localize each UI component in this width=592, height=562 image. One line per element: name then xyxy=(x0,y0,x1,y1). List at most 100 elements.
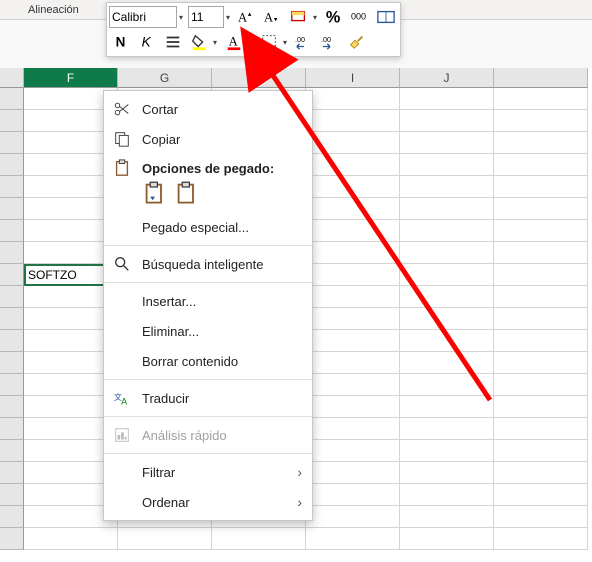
row-header[interactable] xyxy=(0,88,24,110)
borders-icon[interactable] xyxy=(257,30,281,54)
row-header[interactable] xyxy=(0,374,24,396)
row-header[interactable] xyxy=(0,440,24,462)
row-header[interactable] xyxy=(0,132,24,154)
column-header[interactable]: J xyxy=(400,68,494,88)
svg-text:N: N xyxy=(116,35,126,50)
row-header[interactable] xyxy=(0,308,24,330)
svg-text:A: A xyxy=(121,396,127,406)
menu-paste-options-header: Opciones de pegado: xyxy=(104,154,312,178)
menu-label: Cortar xyxy=(142,102,302,117)
column-header[interactable]: I xyxy=(306,68,400,88)
chevron-down-icon[interactable]: ▾ xyxy=(176,13,186,22)
comma-style-icon[interactable]: 000 xyxy=(348,5,372,29)
column-header[interactable] xyxy=(494,68,588,88)
menu-cut[interactable]: Cortar xyxy=(104,94,312,124)
font-color-icon[interactable]: A xyxy=(222,30,246,54)
paste-keep-source-icon[interactable] xyxy=(142,180,168,206)
bold-icon[interactable]: N xyxy=(109,30,133,54)
decrease-decimal-icon[interactable]: .00 xyxy=(318,30,342,54)
blank-icon xyxy=(112,351,132,371)
svg-text:A: A xyxy=(229,35,238,49)
column-header[interactable]: F xyxy=(24,68,118,88)
blank-icon xyxy=(112,321,132,341)
blank-icon xyxy=(112,462,132,482)
row-header[interactable] xyxy=(0,418,24,440)
menu-sort[interactable]: Ordenar › xyxy=(104,487,312,517)
row-header[interactable] xyxy=(0,264,24,286)
align-icon[interactable] xyxy=(161,30,185,54)
menu-label: Pegado especial... xyxy=(142,220,302,235)
mini-toolbar: ▾ ▾ A▴ A▾ ▾ % 000 N K ▾ A ▾ ▾ .00 .00 xyxy=(106,2,401,57)
svg-text:▾: ▾ xyxy=(274,15,278,24)
menu-separator xyxy=(104,245,312,246)
font-name-select[interactable] xyxy=(109,6,177,28)
chevron-right-icon: › xyxy=(297,464,302,480)
menu-copy[interactable]: Copiar xyxy=(104,124,312,154)
chevron-down-icon[interactable]: ▾ xyxy=(310,13,320,22)
merge-icon[interactable] xyxy=(374,5,398,29)
row-header[interactable] xyxy=(0,176,24,198)
chevron-down-icon[interactable]: ▾ xyxy=(210,38,220,47)
font-size-select[interactable] xyxy=(188,6,224,28)
row-header[interactable] xyxy=(0,198,24,220)
row-header[interactable] xyxy=(0,242,24,264)
row-header[interactable] xyxy=(0,110,24,132)
menu-insert[interactable]: Insertar... xyxy=(104,286,312,316)
menu-label: Filtrar xyxy=(142,465,287,480)
column-header[interactable]: G xyxy=(118,68,212,88)
paste-values-icon[interactable] xyxy=(174,180,200,206)
fill-color-icon[interactable] xyxy=(187,30,211,54)
menu-smart-lookup[interactable]: Búsqueda inteligente xyxy=(104,249,312,279)
menu-separator xyxy=(104,379,312,380)
italic-icon[interactable]: K xyxy=(135,30,159,54)
row-header[interactable] xyxy=(0,528,24,550)
menu-clear-contents[interactable]: Borrar contenido xyxy=(104,346,312,376)
menu-paste-special[interactable]: Pegado especial... xyxy=(104,212,312,242)
svg-text:A: A xyxy=(238,11,247,25)
select-all-corner[interactable] xyxy=(0,68,24,88)
row-header[interactable] xyxy=(0,286,24,308)
row-header[interactable] xyxy=(0,352,24,374)
row-header[interactable] xyxy=(0,484,24,506)
search-icon xyxy=(112,254,132,274)
percent-icon[interactable]: % xyxy=(322,5,346,29)
accounting-format-icon[interactable] xyxy=(287,5,311,29)
row-header[interactable] xyxy=(0,154,24,176)
menu-delete[interactable]: Eliminar... xyxy=(104,316,312,346)
blank-icon xyxy=(112,492,132,512)
copy-icon xyxy=(112,129,132,149)
row-header[interactable] xyxy=(0,220,24,242)
menu-quick-analysis: Análisis rápido xyxy=(104,420,312,450)
increase-font-icon[interactable]: A▴ xyxy=(235,5,259,29)
menu-separator xyxy=(104,282,312,283)
increase-decimal-icon[interactable]: .00 xyxy=(292,30,316,54)
svg-text:.00: .00 xyxy=(321,35,331,44)
menu-separator xyxy=(104,453,312,454)
menu-filter[interactable]: Filtrar › xyxy=(104,457,312,487)
row-header[interactable] xyxy=(0,330,24,352)
menu-label: Opciones de pegado: xyxy=(142,161,302,176)
svg-text:%: % xyxy=(326,8,340,26)
blank-icon xyxy=(112,217,132,237)
menu-label: Traducir xyxy=(142,391,302,406)
scissors-icon xyxy=(112,99,132,119)
format-painter-icon[interactable] xyxy=(344,30,368,54)
menu-translate[interactable]: 文A Traducir xyxy=(104,383,312,413)
chevron-down-icon[interactable]: ▾ xyxy=(280,38,290,47)
menu-label: Búsqueda inteligente xyxy=(142,257,302,272)
paste-options-row xyxy=(104,178,312,212)
chevron-down-icon[interactable]: ▾ xyxy=(223,13,233,22)
menu-label: Borrar contenido xyxy=(142,354,302,369)
column-header[interactable]: H xyxy=(212,68,306,88)
context-menu: Cortar Copiar Opciones de pegado: Pegado… xyxy=(103,90,313,521)
chevron-down-icon[interactable]: ▾ xyxy=(245,38,255,47)
row-header[interactable] xyxy=(0,506,24,528)
decrease-font-icon[interactable]: A▾ xyxy=(261,5,285,29)
row-header[interactable] xyxy=(0,462,24,484)
menu-label: Insertar... xyxy=(142,294,302,309)
svg-text:K: K xyxy=(142,35,152,50)
menu-label: Eliminar... xyxy=(142,324,302,339)
row-header[interactable] xyxy=(0,396,24,418)
chevron-right-icon: › xyxy=(297,494,302,510)
ribbon-group-alignment: Alineación xyxy=(0,4,107,16)
